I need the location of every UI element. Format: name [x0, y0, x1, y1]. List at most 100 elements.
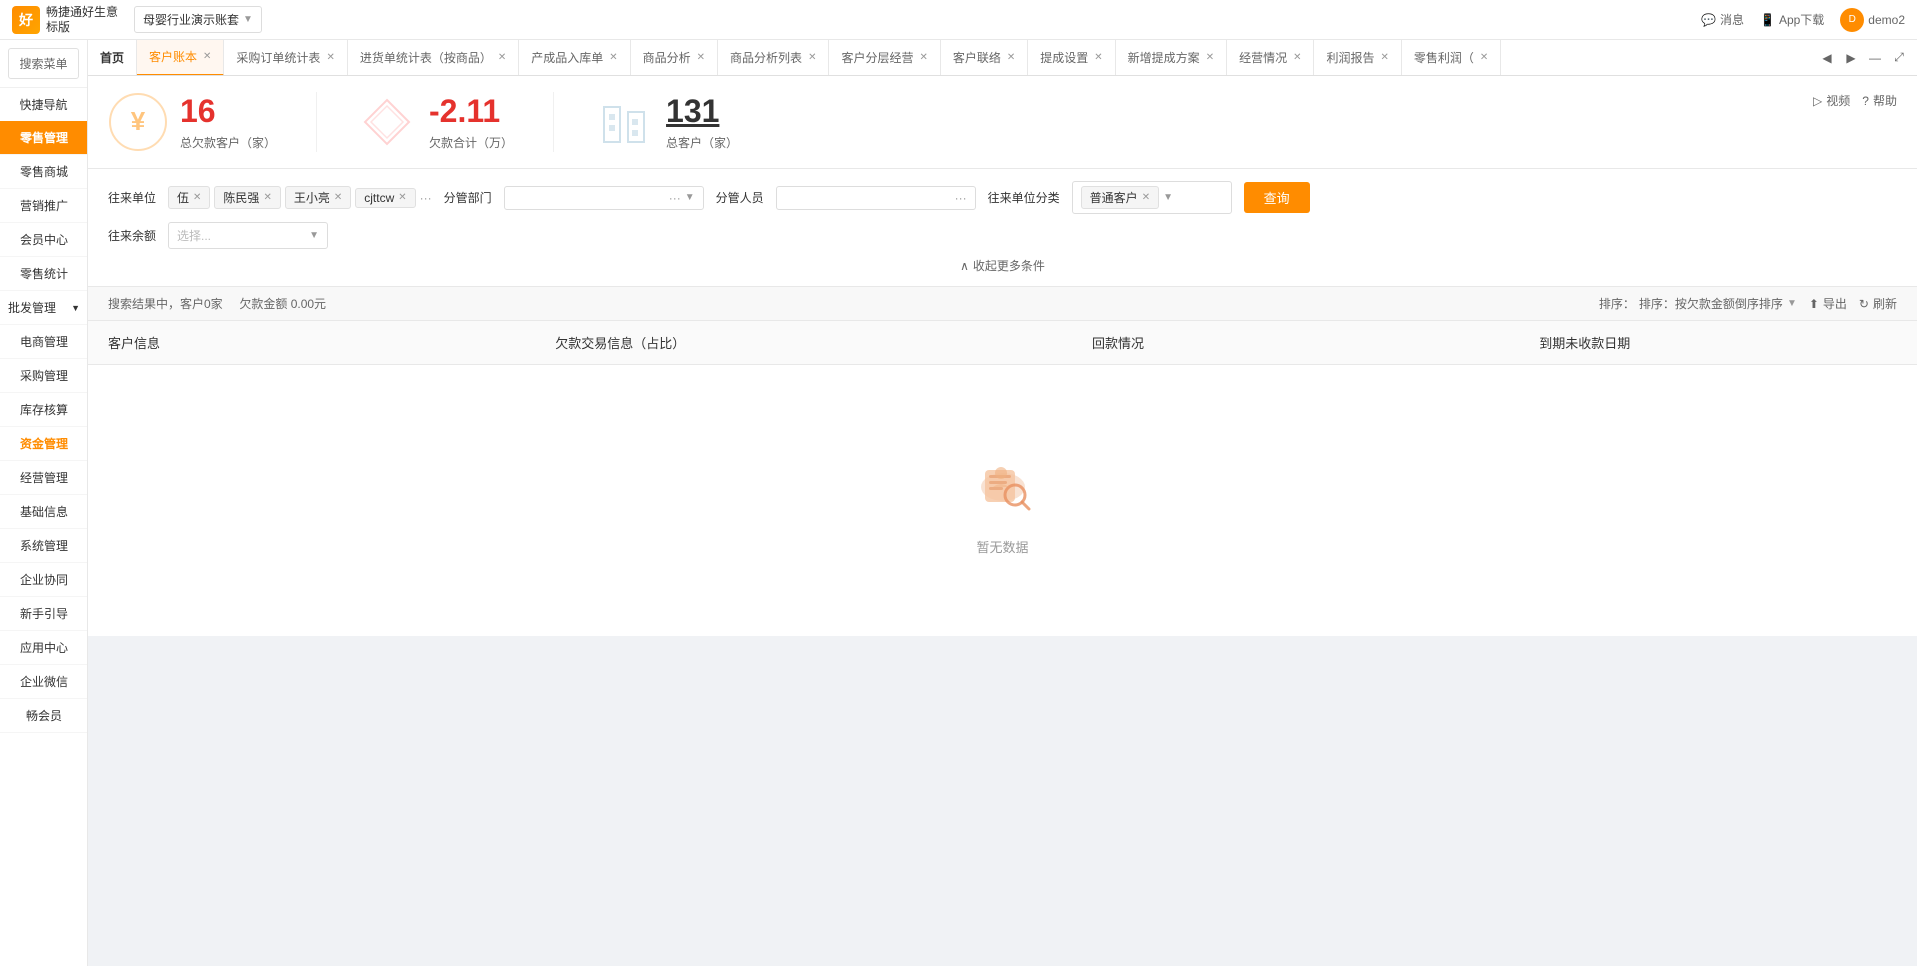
refresh-button[interactable]: ↻ 刷新	[1859, 295, 1897, 312]
tab-lirun-baogao[interactable]: 利润报告 ✕	[1314, 40, 1401, 76]
brand-logo: 好 畅捷通好生意 标版	[12, 5, 118, 34]
close-icon[interactable]: ✕	[609, 52, 617, 63]
sidebar-item-pifa[interactable]: 批发管理▼	[0, 291, 88, 325]
close-icon[interactable]: ✕	[808, 52, 816, 63]
header-right: 💬 消息 📱 App下载 D demo2	[1701, 8, 1905, 32]
filter-tag-more-button[interactable]: ···	[420, 191, 432, 205]
tab-lingshou-lirun[interactable]: 零售利润（ ✕	[1402, 40, 1501, 76]
sidebar-item-lingshou-shangcheng[interactable]: 零售商城	[0, 155, 88, 189]
stat-number-total: 131	[666, 93, 738, 130]
tab-maximize-button[interactable]: ⤢	[1889, 48, 1909, 68]
sidebar-item-qiye-weixin[interactable]: 企业微信	[0, 665, 88, 699]
close-icon[interactable]: ✕	[697, 52, 705, 63]
sidebar-item-qiye[interactable]: 企业协同	[0, 563, 88, 597]
results-info: 搜索结果中，客户0家 欠款金额 0.00元	[108, 295, 326, 312]
close-icon[interactable]: ✕	[1094, 52, 1102, 63]
video-icon: ▷	[1813, 94, 1822, 108]
results-bar: 搜索结果中，客户0家 欠款金额 0.00元 排序： 排序：按欠款金额倒序排序 ▼…	[88, 287, 1917, 321]
close-icon[interactable]: ✕	[193, 192, 201, 203]
dept-filter-label: 分管部门	[444, 189, 492, 206]
sidebar-item-lingshou[interactable]: 零售管理	[0, 121, 88, 155]
close-icon[interactable]: ✕	[919, 52, 927, 63]
sidebar-item-huiyuan[interactable]: 会员中心	[0, 223, 88, 257]
tab-jinhuo-shangpin[interactable]: 进货单统计表（按商品） ✕	[348, 40, 519, 76]
tab-shangpin-fenxi-list[interactable]: 商品分析列表 ✕	[718, 40, 829, 76]
help-button[interactable]: ? 帮助	[1862, 92, 1897, 109]
close-icon[interactable]: ✕	[1206, 52, 1214, 63]
tab-minimize-button[interactable]: —	[1865, 48, 1885, 68]
user-menu[interactable]: D demo2	[1840, 8, 1905, 32]
export-button[interactable]: ⬆ 导出	[1809, 295, 1847, 312]
account-selector[interactable]: 母婴行业演示账套 ▼	[134, 6, 262, 33]
brand-name: 畅捷通好生意 标版	[46, 5, 118, 34]
refresh-icon: ↻	[1859, 297, 1869, 311]
stat-block-total: 131 总客户（家）	[594, 92, 778, 152]
sidebar-item-chang-huiyuan[interactable]: 畅会员	[0, 699, 88, 733]
close-icon[interactable]: ✕	[1381, 52, 1389, 63]
sidebar-item-jichu[interactable]: 基础信息	[0, 495, 88, 529]
close-icon[interactable]: ✕	[334, 192, 342, 203]
sidebar-quick-nav[interactable]: 快捷导航	[0, 88, 87, 121]
sidebar-item-yingxiao[interactable]: 营销推广	[0, 189, 88, 223]
close-icon[interactable]: ✕	[1293, 52, 1301, 63]
collapse-button[interactable]: ∧ 收起更多条件	[960, 257, 1045, 274]
app-download-button[interactable]: 📱 App下载	[1760, 11, 1824, 28]
tab-kehu-fenceng[interactable]: 客户分层经营 ✕	[829, 40, 940, 76]
sidebar-item-kucun[interactable]: 库存核算	[0, 393, 88, 427]
close-icon[interactable]: ✕	[498, 52, 506, 63]
table-header: 客户信息 欠款交易信息（占比） 回款情况 到期未收款日期	[88, 321, 1917, 365]
page-content: ¥ 16 总欠款客户（家）	[88, 76, 1917, 966]
top-header: 好 畅捷通好生意 标版 母婴行业演示账套 ▼ 💬 消息 📱 App下载 D de…	[0, 0, 1917, 40]
video-help-button[interactable]: ▷ 视频	[1813, 92, 1850, 109]
unit-type-filter-select[interactable]: 普通客户 ✕ ▼	[1072, 181, 1232, 214]
close-icon[interactable]: ✕	[1007, 52, 1015, 63]
tab-chanchengpin[interactable]: 产成品入库单 ✕	[519, 40, 630, 76]
tab-kehu-zhangben[interactable]: 客户账本 ✕	[137, 40, 224, 76]
header-left: 好 畅捷通好生意 标版 母婴行业演示账套 ▼	[12, 5, 262, 34]
tab-xinzeng-ticheng[interactable]: 新增提成方案 ✕	[1116, 40, 1227, 76]
search-menu-button[interactable]: 搜索菜单	[8, 48, 79, 79]
sidebar-item-dianshanng[interactable]: 电商管理	[0, 325, 88, 359]
sidebar-item-lingshou-tongji[interactable]: 零售统计	[0, 257, 88, 291]
sidebar-item-label: 零售管理	[20, 129, 68, 146]
tab-shangpin-fenxi[interactable]: 商品分析 ✕	[631, 40, 718, 76]
chevron-down-icon: ▼	[1787, 298, 1797, 309]
tab-prev-button[interactable]: ◀	[1817, 48, 1837, 68]
sidebar-item-yingyong[interactable]: 应用中心	[0, 631, 88, 665]
sidebar-item-caigou[interactable]: 采购管理	[0, 359, 88, 393]
filter-area: 往来单位 伍 ✕ 陈民强 ✕ 王小亮 ✕	[88, 169, 1917, 287]
filter-row-2: 往来余额 选择... ▼	[108, 222, 1897, 249]
avatar: D	[1840, 8, 1864, 32]
message-button[interactable]: 💬 消息	[1701, 11, 1744, 28]
tab-home[interactable]: 首页	[88, 40, 137, 76]
tab-caigou-dingdan[interactable]: 采购订单统计表 ✕	[224, 40, 347, 76]
sidebar-item-zijin[interactable]: 资金管理	[0, 427, 88, 461]
help-icon: ?	[1862, 94, 1869, 108]
chevron-down-icon: ▼	[309, 230, 319, 241]
sidebar-item-xinshou[interactable]: 新手引导	[0, 597, 88, 631]
tab-ticheng-shezhi[interactable]: 提成设置 ✕	[1028, 40, 1115, 76]
stat-label-debt: 欠款合计（万）	[429, 134, 513, 151]
close-icon[interactable]: ✕	[1142, 192, 1150, 203]
col-header-customer: 客户信息	[108, 333, 555, 352]
filter-tag-cjttcw: cjttcw ✕	[355, 188, 415, 208]
search-button[interactable]: 查询	[1244, 182, 1310, 213]
close-icon[interactable]: ✕	[203, 51, 211, 62]
dept-filter-select[interactable]: ··· ▼	[504, 186, 704, 210]
close-icon[interactable]: ✕	[326, 52, 334, 63]
close-icon[interactable]: ✕	[398, 192, 406, 203]
sidebar-item-xitong[interactable]: 系统管理	[0, 529, 88, 563]
col-header-payment: 回款情况	[1092, 333, 1539, 352]
tabs-bar: 首页 客户账本 ✕ 采购订单统计表 ✕ 进货单统计表（按商品） ✕ 产成品入库单…	[88, 40, 1917, 76]
tab-jingying-qingkuang[interactable]: 经营情况 ✕	[1227, 40, 1314, 76]
sidebar-item-jingying[interactable]: 经营管理	[0, 461, 88, 495]
tab-next-button[interactable]: ▶	[1841, 48, 1861, 68]
sort-select[interactable]: 排序： 排序：按欠款金额倒序排序 ▼	[1599, 295, 1797, 312]
person-filter-select[interactable]: ···	[776, 186, 976, 210]
tab-kehu-liangluo[interactable]: 客户联络 ✕	[941, 40, 1028, 76]
close-icon[interactable]: ✕	[263, 192, 271, 203]
download-icon: 📱	[1760, 13, 1775, 27]
stat-block-customers: ¥ 16 总欠款客户（家）	[108, 92, 317, 152]
close-icon[interactable]: ✕	[1480, 52, 1488, 63]
balance-filter-select[interactable]: 选择... ▼	[168, 222, 328, 249]
